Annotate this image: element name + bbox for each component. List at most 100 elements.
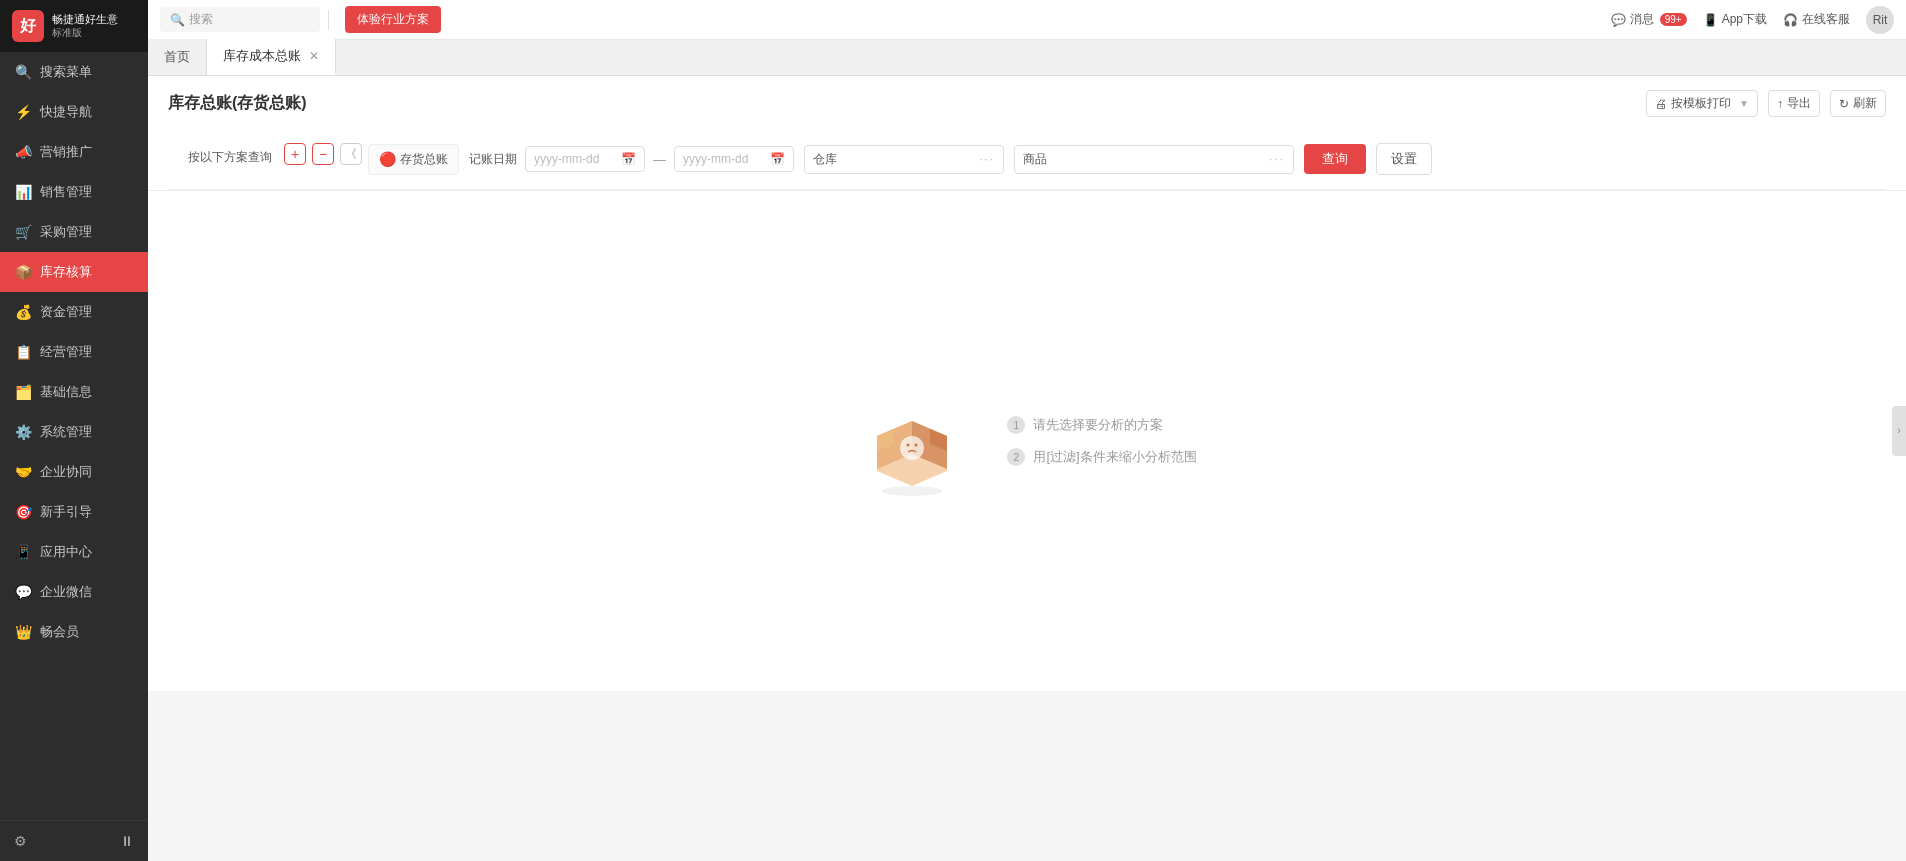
filter-del-btn[interactable]: − — [312, 143, 334, 165]
setting-btn[interactable]: 设置 — [1376, 143, 1432, 175]
product-select[interactable]: 商品 ··· — [1014, 145, 1294, 174]
svg-point-5 — [900, 436, 924, 460]
tab-inventory-ledger[interactable]: 库存成本总账 ✕ — [207, 39, 336, 75]
message-btn[interactable]: 💬 消息 99+ — [1611, 11, 1687, 28]
sidebar-item-search[interactable]: 🔍 搜索菜单 — [0, 52, 148, 92]
sidebar-item-marketing[interactable]: 📣 营销推广 — [0, 132, 148, 172]
sidebar-label-search: 搜索菜单 — [40, 63, 92, 81]
calendar-end-icon: 📅 — [770, 152, 785, 166]
sidebar-icon-sales: 📊 — [14, 183, 32, 201]
main-content: 🔍 搜索 体验行业方案 💬 消息 99+ 📱 App下载 🎧 在线客服 Rit — [148, 0, 1906, 861]
sidebar-icon-marketing: 📣 — [14, 143, 32, 161]
product-label: 商品 — [1023, 151, 1047, 168]
tab-inventory-ledger-label: 库存成本总账 — [223, 47, 301, 65]
sidebar-icon-member: 👑 — [14, 623, 32, 641]
sidebar-item-wechat[interactable]: 💬 企业微信 — [0, 572, 148, 612]
search-icon: 🔍 — [170, 13, 185, 27]
refresh-btn[interactable]: ↻ 刷新 — [1830, 90, 1886, 117]
calendar-start-icon: 📅 — [621, 152, 636, 166]
search-bar[interactable]: 🔍 搜索 — [160, 7, 320, 32]
query-btn[interactable]: 查询 — [1304, 144, 1366, 174]
svg-point-7 — [915, 444, 918, 447]
sidebar-label-purchase: 采购管理 — [40, 223, 92, 241]
date-end-input[interactable]: yyyy-mm-dd 📅 — [674, 146, 794, 172]
industry-btn[interactable]: 体验行业方案 — [345, 6, 441, 33]
filter-label: 按以下方案查询 — [188, 143, 272, 166]
warehouse-more-icon: ··· — [979, 152, 995, 166]
date-separator: — — [653, 152, 666, 167]
sidebar-label-member: 畅会员 — [40, 623, 79, 641]
sidebar-icon-system: ⚙️ — [14, 423, 32, 441]
filter-add-btn[interactable]: + — [284, 143, 306, 165]
print-icon: 🖨 — [1655, 97, 1667, 111]
date-filter-row: 记账日期 yyyy-mm-dd 📅 — yyyy-mm-dd 📅 — [469, 146, 794, 172]
sidebar-item-shortcut[interactable]: ⚡ 快捷导航 — [0, 92, 148, 132]
sidebar-label-shortcut: 快捷导航 — [40, 103, 92, 121]
date-end-placeholder: yyyy-mm-dd — [683, 152, 748, 166]
sidebar-icon-finance: 💰 — [14, 303, 32, 321]
empty-hint-2: 2 用[过滤]条件来缩小分析范围 — [1007, 448, 1196, 466]
page-title: 库存总账(存货总账) — [168, 93, 307, 114]
refresh-icon: ↻ — [1839, 97, 1849, 111]
sidebar-item-enterprise[interactable]: 🤝 企业协同 — [0, 452, 148, 492]
sidebar-item-system[interactable]: ⚙️ 系统管理 — [0, 412, 148, 452]
svg-point-8 — [882, 486, 942, 496]
user-avatar[interactable]: Rit — [1866, 6, 1894, 34]
scheme-item[interactable]: 🔴 存货总账 — [368, 144, 459, 175]
online-service-btn[interactable]: 🎧 在线客服 — [1783, 11, 1850, 28]
tab-home-label: 首页 — [164, 48, 190, 66]
sidebar-icon-basic: 🗂️ — [14, 383, 32, 401]
sidebar-icon-newbie: 🎯 — [14, 503, 32, 521]
date-start-input[interactable]: yyyy-mm-dd 📅 — [525, 146, 645, 172]
sidebar-item-sales[interactable]: 📊 销售管理 — [0, 172, 148, 212]
sidebar-item-purchase[interactable]: 🛒 采购管理 — [0, 212, 148, 252]
collapse-icon[interactable]: ⏸ — [120, 833, 134, 849]
print-btn[interactable]: 🖨 按模板打印 ▼ — [1646, 90, 1758, 117]
sidebar-icon-purchase: 🛒 — [14, 223, 32, 241]
sidebar-label-enterprise: 企业协同 — [40, 463, 92, 481]
page-title-row: 库存总账(存货总账) 🖨 按模板打印 ▼ ↑ 导出 ↻ 刷新 — [168, 90, 1886, 117]
sidebar-label-finance: 资金管理 — [40, 303, 92, 321]
settings-icon[interactable]: ⚙ — [14, 833, 27, 849]
message-icon: 💬 — [1611, 13, 1626, 27]
sidebar: 好 畅捷通好生意 标准版 🔍 搜索菜单 ⚡ 快捷导航 📣 营销推广 📊 销售管理… — [0, 0, 148, 861]
filter-area: 按以下方案查询 + − 《 🔴 存货总账 记账日期 — [168, 129, 1886, 190]
sidebar-item-newbie[interactable]: 🎯 新手引导 — [0, 492, 148, 532]
tabbar: 首页 库存成本总账 ✕ — [148, 40, 1906, 76]
filter-collapse-btn[interactable]: 《 — [340, 143, 362, 165]
tab-home[interactable]: 首页 — [148, 39, 207, 75]
sidebar-footer: ⚙ ⏸ — [0, 820, 148, 861]
app-version: 标准版 — [52, 26, 118, 40]
tab-close-icon[interactable]: ✕ — [309, 49, 319, 63]
right-panel-btn[interactable]: › — [1892, 406, 1906, 456]
content-area: 1 请先选择要分析的方案 2 用[过滤]条件来缩小分析范围 — [148, 191, 1906, 691]
sidebar-item-operation[interactable]: 📋 经营管理 — [0, 332, 148, 372]
sidebar-icon-search: 🔍 — [14, 63, 32, 81]
message-label: 消息 — [1630, 11, 1654, 28]
app-name: 畅捷通好生意 — [52, 12, 118, 26]
scheme-icon: 🔴 — [379, 151, 396, 167]
date-label: 记账日期 — [469, 151, 517, 168]
warehouse-label: 仓库 — [813, 151, 837, 168]
sidebar-scroll: 🔍 搜索菜单 ⚡ 快捷导航 📣 营销推广 📊 销售管理 🛒 采购管理 📦 库存核… — [0, 52, 148, 820]
sidebar-item-basic[interactable]: 🗂️ 基础信息 — [0, 372, 148, 412]
sidebar-item-member[interactable]: 👑 畅会员 — [0, 612, 148, 652]
sidebar-item-apps[interactable]: 📱 应用中心 — [0, 532, 148, 572]
hint-text-2: 用[过滤]条件来缩小分析范围 — [1033, 448, 1196, 466]
page-header: 库存总账(存货总账) 🖨 按模板打印 ▼ ↑ 导出 ↻ 刷新 — [148, 76, 1906, 191]
sidebar-item-inventory[interactable]: 📦 库存核算 — [0, 252, 148, 292]
sidebar-item-finance[interactable]: 💰 资金管理 — [0, 292, 148, 332]
scheme-label: 存货总账 — [400, 151, 448, 168]
filter-controls: 🔴 存货总账 记账日期 yyyy-mm-dd 📅 — yyyy-mm-dd — [368, 143, 1866, 175]
refresh-btn-label: 刷新 — [1853, 95, 1877, 112]
export-btn[interactable]: ↑ 导出 — [1768, 90, 1820, 117]
sidebar-icon-enterprise: 🤝 — [14, 463, 32, 481]
sidebar-icon-operation: 📋 — [14, 343, 32, 361]
sidebar-label-apps: 应用中心 — [40, 543, 92, 561]
app-download-btn[interactable]: 📱 App下载 — [1703, 11, 1767, 28]
hint-text-1: 请先选择要分析的方案 — [1033, 416, 1163, 434]
warehouse-select[interactable]: 仓库 ··· — [804, 145, 1004, 174]
page-content: 库存总账(存货总账) 🖨 按模板打印 ▼ ↑ 导出 ↻ 刷新 — [148, 76, 1906, 861]
sidebar-label-operation: 经营管理 — [40, 343, 92, 361]
empty-hint-1: 1 请先选择要分析的方案 — [1007, 416, 1196, 434]
